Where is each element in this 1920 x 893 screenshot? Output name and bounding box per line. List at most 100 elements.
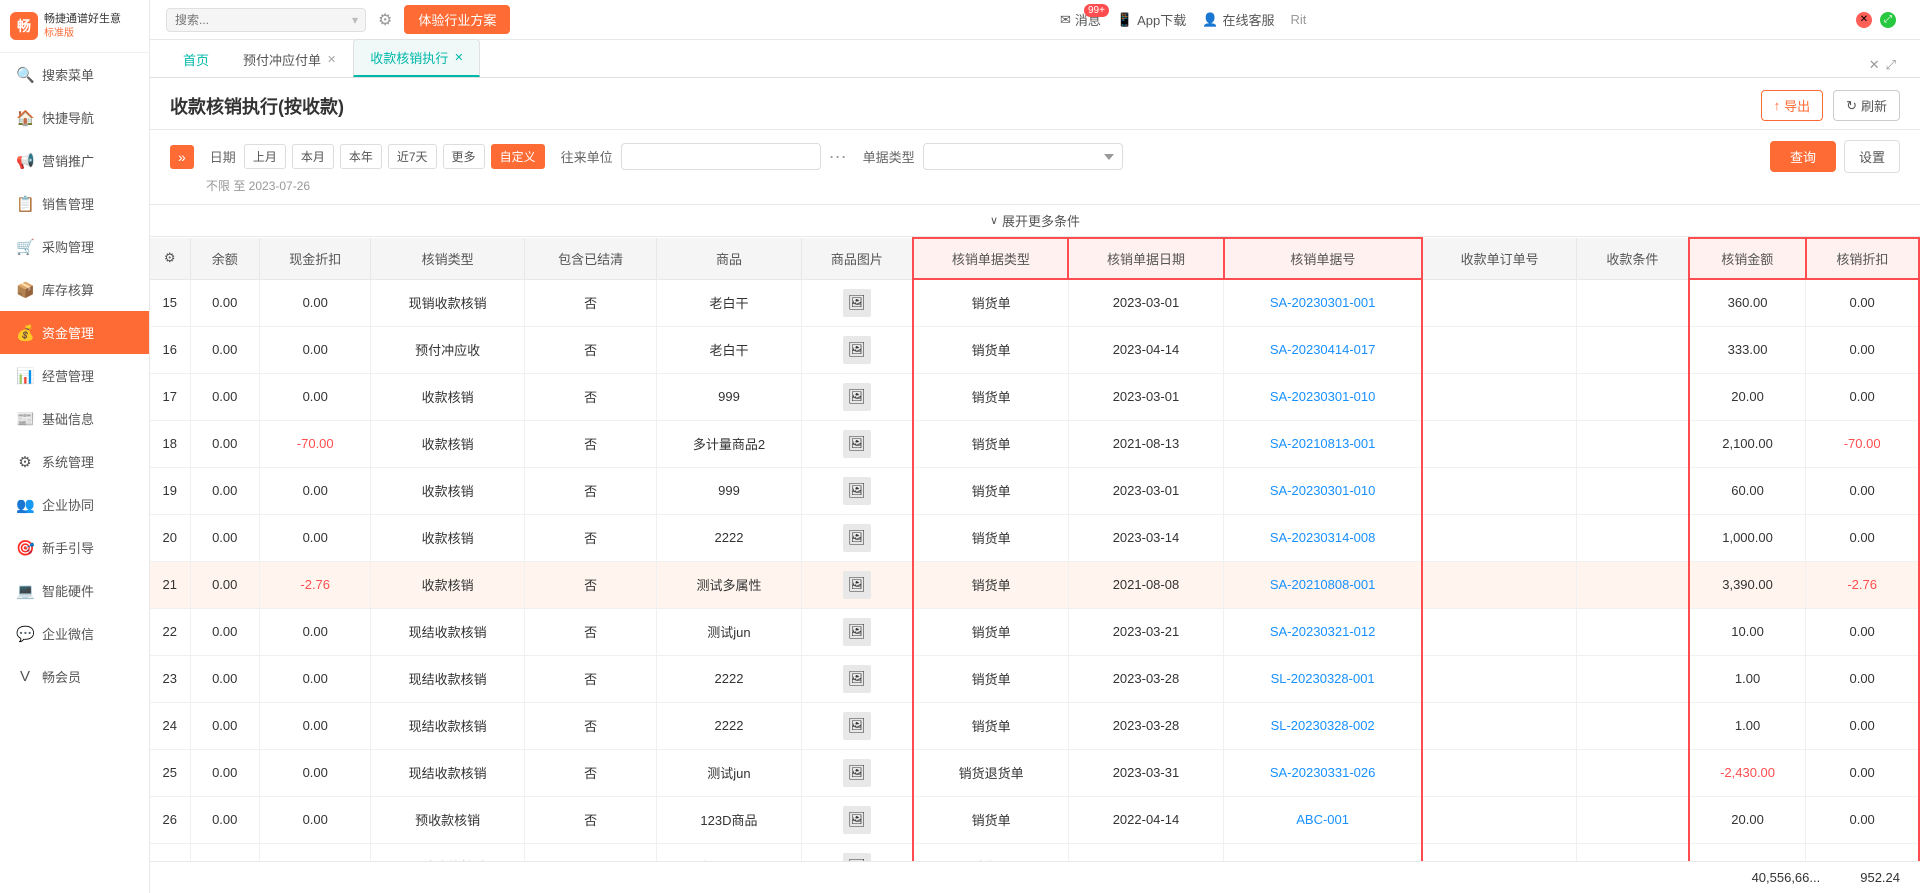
date-btn-more[interactable]: 更多	[443, 144, 485, 169]
window-maximize-button[interactable]: ⤢	[1880, 12, 1896, 28]
sidebar-item-sales[interactable]: 📋 销售管理	[0, 182, 149, 225]
table-row: 16 0.00 0.00 预付冲应收 否 老白干 🖼 销货单 2023-04-1…	[150, 326, 1919, 373]
verify-bill-no-link[interactable]: SA-20230301-001	[1270, 295, 1376, 310]
cell-verify-bill-type: 销货单	[913, 843, 1068, 861]
sidebar-item-label: 资金管理	[42, 323, 94, 342]
cell-balance: 0.00	[190, 796, 259, 843]
verify-bill-no-link[interactable]: SL-20230328-001	[1271, 671, 1375, 686]
th-gear[interactable]: ⚙	[150, 238, 190, 279]
refresh-button[interactable]: ↻ 刷新	[1833, 90, 1900, 121]
cell-verify-bill-no: SA-20230301-010	[1224, 467, 1423, 514]
window-close-button[interactable]: ✕	[1856, 12, 1872, 28]
tab-home[interactable]: 首页	[166, 41, 226, 77]
export-button[interactable]: ↑ 导出	[1761, 90, 1824, 121]
th-verify-bill-date: 核销单据日期	[1068, 238, 1223, 279]
query-button[interactable]: 查询	[1770, 141, 1836, 172]
cell-cash-discount: -70.00	[259, 420, 370, 467]
receipt-type-select[interactable]	[923, 143, 1123, 170]
verify-bill-no-link[interactable]: SA-20230314-008	[1270, 530, 1376, 545]
cell-verify-bill-type: 销货单	[913, 655, 1068, 702]
sidebar-item-guide[interactable]: 🎯 新手引导	[0, 526, 149, 569]
verify-bill-no-link[interactable]: SA-20230301-010	[1270, 483, 1376, 498]
sidebar-item-hardware[interactable]: 💻 智能硬件	[0, 569, 149, 612]
cell-included-settled: 否	[524, 514, 656, 561]
table-row: 21 0.00 -2.76 收款核销 否 测试多属性 🖼 销货单 2021-08…	[150, 561, 1919, 608]
sidebar-item-search[interactable]: 🔍 搜索菜单	[0, 53, 149, 96]
cell-verify-amount: 10.00	[1689, 608, 1806, 655]
sidebar-item-label: 销售管理	[42, 194, 94, 213]
cell-balance: 0.00	[190, 749, 259, 796]
message-btn[interactable]: ✉ 消息 99+	[1060, 10, 1101, 29]
cell-goods: 测试多属性	[657, 561, 801, 608]
filter-dots[interactable]: ···	[829, 146, 847, 167]
verify-bill-no-link[interactable]: SA-20210808-001	[1270, 577, 1376, 592]
cell-cash-discount: 0.00	[259, 373, 370, 420]
date-btn-last-month[interactable]: 上月	[244, 144, 286, 169]
verify-bill-no-link[interactable]: SA-20230331-026	[1270, 765, 1376, 780]
cell-receipt-condition	[1577, 373, 1689, 420]
expand-conditions-btn[interactable]: ∨ 展开更多条件	[990, 211, 1080, 230]
search-input[interactable]	[166, 8, 366, 32]
home-icon: 🏠	[16, 109, 34, 127]
expand-chevron-icon: ∨	[990, 214, 998, 227]
cell-verify-bill-type: 销货单	[913, 326, 1068, 373]
cell-verify-type: 预付冲应收	[371, 326, 524, 373]
sidebar-item-finance[interactable]: 💰 资金管理	[0, 311, 149, 354]
data-table: ⚙ 余额 现金折扣 核销类型 包含已结清 商品 商品图片 核销单据类型 核销单据…	[150, 237, 1920, 861]
cell-balance: 0.00	[190, 608, 259, 655]
table-row: 26 0.00 0.00 预收款核销 否 123D商品 🖼 销货单 2022-0…	[150, 796, 1919, 843]
sidebar-item-system[interactable]: ⚙ 系统管理	[0, 440, 149, 483]
verify-bill-no-link[interactable]: ABC-001	[1296, 812, 1349, 827]
table-row: 15 0.00 0.00 现销收款核销 否 老白干 🖼 销货单 2023-03-…	[150, 279, 1919, 326]
sidebar-item-weixin[interactable]: 💬 企业微信	[0, 612, 149, 655]
counterpart-input[interactable]	[621, 143, 821, 170]
tab-verify-close-icon[interactable]: ✕	[454, 51, 463, 64]
cell-verify-bill-type: 销货单	[913, 467, 1068, 514]
sidebar-item-collab[interactable]: 👥 企业协同	[0, 483, 149, 526]
tab-prepayment-close-icon[interactable]: ✕	[327, 53, 336, 66]
online-service-btn[interactable]: 👤 在线客服	[1202, 10, 1274, 29]
cell-verify-amount: 3,390.00	[1689, 561, 1806, 608]
tab-expand-icon[interactable]: ⤢	[1886, 57, 1896, 73]
date-btn-this-year[interactable]: 本年	[340, 144, 382, 169]
tab-close-icon[interactable]: ✕	[1869, 57, 1880, 73]
refresh-icon: ↻	[1846, 98, 1857, 114]
sidebar-item-label: 经营管理	[42, 366, 94, 385]
cell-verify-bill-no: SA-20230331-026	[1224, 749, 1423, 796]
verify-bill-no-link[interactable]: SA-20230321-012	[1270, 624, 1376, 639]
sidebar-item-member[interactable]: V 畅会员	[0, 655, 149, 698]
sidebar-item-basic[interactable]: 📰 基础信息	[0, 397, 149, 440]
cell-verify-type: 现结收款核销	[371, 702, 524, 749]
app-download-btn[interactable]: 📱 App下载	[1117, 10, 1186, 29]
cell-id: 25	[150, 749, 190, 796]
collab-icon: 👥	[16, 496, 34, 514]
tab-prepayment[interactable]: 预付冲应付单 ✕	[226, 41, 353, 77]
sidebar-item-purchase[interactable]: 🛒 采购管理	[0, 225, 149, 268]
cell-balance: 0.00	[190, 420, 259, 467]
verify-bill-no-link[interactable]: SA-20210813-001	[1270, 436, 1376, 451]
sidebar-item-label: 基础信息	[42, 409, 94, 428]
verify-bill-no-link[interactable]: SA-20230414-017	[1270, 342, 1376, 357]
sidebar-item-marketing[interactable]: 📢 营销推广	[0, 139, 149, 182]
solution-button[interactable]: 体验行业方案	[404, 5, 510, 34]
date-btn-7days[interactable]: 近7天	[388, 144, 437, 169]
verify-bill-no-link[interactable]: SA-20230301-010	[1270, 389, 1376, 404]
cell-verify-bill-type: 销货单	[913, 561, 1068, 608]
tab-verify[interactable]: 收款核销执行 ✕	[353, 39, 480, 77]
cell-receipt-condition	[1577, 796, 1689, 843]
date-range-text: 不限 至 2023-07-26	[206, 179, 310, 193]
cell-goods-img: 🖼	[801, 326, 913, 373]
verify-bill-no-link[interactable]: SL-20230328-002	[1271, 718, 1375, 733]
settings-icon[interactable]: ⚙	[378, 10, 392, 30]
sidebar-item-inventory[interactable]: 📦 库存核算	[0, 268, 149, 311]
date-btn-custom[interactable]: 自定义	[491, 144, 545, 169]
filter-settings-button[interactable]: 设置	[1844, 140, 1900, 173]
sidebar-item-operations[interactable]: 📊 经营管理	[0, 354, 149, 397]
cell-verify-bill-no: SA-20230321-012	[1224, 608, 1423, 655]
sidebar-item-nav[interactable]: 🏠 快捷导航	[0, 96, 149, 139]
date-btn-this-month[interactable]: 本月	[292, 144, 334, 169]
cell-verify-bill-type: 销货单	[913, 608, 1068, 655]
cell-verify-discount: -70.00	[1806, 420, 1919, 467]
filter-collapse-btn[interactable]: »	[170, 145, 194, 169]
cell-goods-img: 🖼	[801, 655, 913, 702]
